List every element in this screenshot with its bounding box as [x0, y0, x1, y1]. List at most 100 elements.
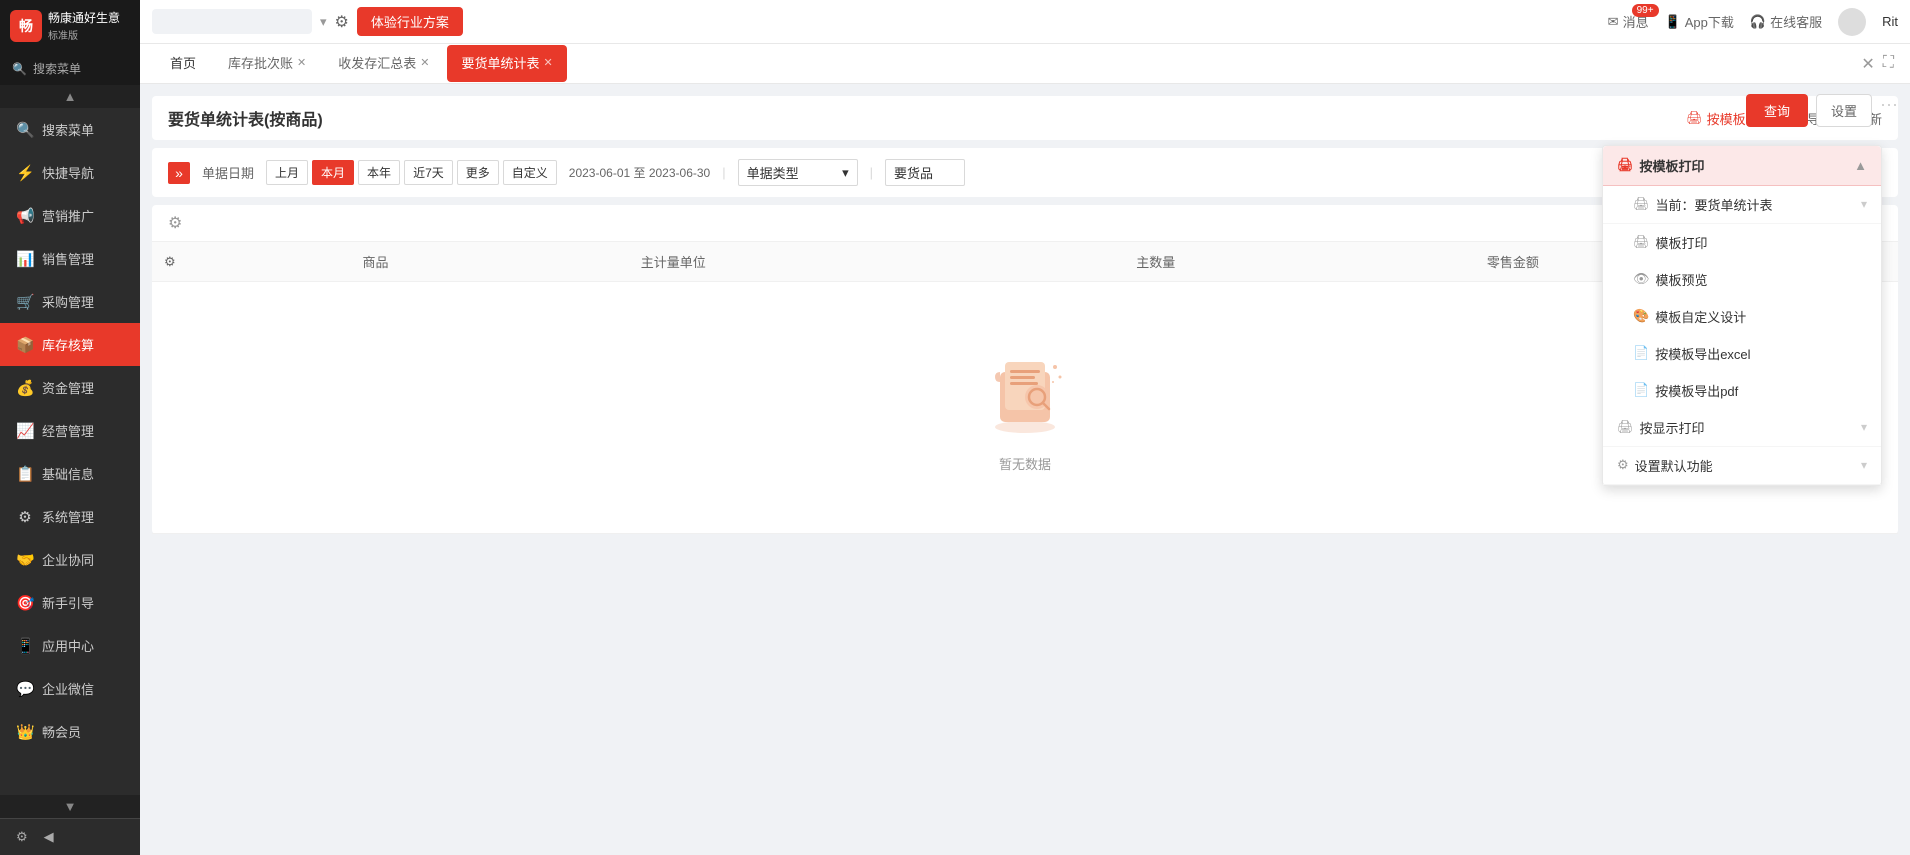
- date-btn-本月[interactable]: 本月: [312, 160, 354, 185]
- dropdown-close-chevron[interactable]: ▲: [1854, 158, 1867, 173]
- page-title: 要货单统计表(按商品): [168, 106, 323, 130]
- default-func-chevron: ▾: [1861, 458, 1867, 472]
- page-content: 要货单统计表(按商品) 🖨 按模板打印 ▲ ↑ 导出 ↺ 刷新: [140, 84, 1910, 855]
- sidebar-item-marketing[interactable]: 📢营销推广: [0, 194, 140, 237]
- tab-home[interactable]: 首页: [156, 45, 210, 82]
- sidebar-scroll-down[interactable]: ▼: [0, 795, 140, 818]
- tab-close-inventory_batch[interactable]: ✕: [297, 56, 306, 69]
- topbar: ▾ ⚙ 体验行业方案 ✉ 消息 99+ 📱 App下载 🎧 在线客服 Rit: [140, 0, 1910, 44]
- tab-maximize-button[interactable]: ⛶: [1883, 54, 1894, 74]
- top-right-actions: 查询 设置 ···: [1746, 94, 1898, 127]
- date-btn-本年[interactable]: 本年: [358, 160, 400, 185]
- export_excel-icon: 📄: [1633, 345, 1649, 361]
- marketing-icon: 📢: [16, 207, 34, 225]
- display-print-chevron: ▾: [1861, 420, 1867, 434]
- sidebar-item-operations[interactable]: 📈经营管理: [0, 409, 140, 452]
- dropdown-current-template[interactable]: 🖨 当前：要货单统计表 ▾: [1603, 186, 1881, 223]
- topbar-settings-icon[interactable]: ⚙: [335, 12, 349, 32]
- print-header-icon: 🖨: [1617, 157, 1634, 173]
- date-btn-上月[interactable]: 上月: [266, 160, 308, 185]
- settings-button[interactable]: 设置: [1816, 94, 1872, 127]
- trial-industry-button[interactable]: 体验行业方案: [357, 7, 463, 36]
- sidebar-item-purchase[interactable]: 🛒采购管理: [0, 280, 140, 323]
- brand-sub: 标准版: [48, 27, 120, 42]
- query-button[interactable]: 查询: [1746, 94, 1808, 127]
- date-range-display: 2023-06-01 至 2023-06-30: [569, 164, 710, 181]
- member-icon: 👑: [16, 723, 34, 741]
- more-options-icon[interactable]: ···: [1880, 94, 1898, 127]
- dropdown-item-export_excel[interactable]: 📄 按模板导出excel: [1603, 335, 1881, 372]
- sidebar-search[interactable]: 🔍 搜索菜单: [0, 52, 140, 85]
- sidebar: 畅 畅康通好生意 标准版 🔍 搜索菜单 ▲ 🔍搜索菜单⚡快捷导航📢营销推广📊销售…: [0, 0, 140, 855]
- print-dropdown-menu: 🖨 按模板打印 ▲ 🖨 当前：要货单统计表 ▾: [1602, 145, 1882, 486]
- finance-icon: 💰: [16, 379, 34, 397]
- category-filter[interactable]: 要货品: [885, 159, 965, 186]
- dropdown-item-template_preview[interactable]: 👁 模板预览: [1603, 261, 1881, 298]
- doc-type-select[interactable]: 单据类型 ▾: [738, 159, 858, 186]
- default-func-icon: ⚙: [1617, 457, 1629, 473]
- tabs-bar: 首页库存批次账✕收发存汇总表✕要货单统计表✕ ✕ ⛶: [140, 44, 1910, 84]
- settings-icon[interactable]: ⚙: [16, 829, 28, 845]
- empty-illustration: [975, 342, 1075, 442]
- wechat-icon: 💬: [16, 680, 34, 698]
- online-service-button[interactable]: 🎧 在线客服: [1750, 12, 1822, 31]
- sidebar-item-wechat[interactable]: 💬企业微信: [0, 667, 140, 710]
- category-label: 要货品: [894, 163, 933, 182]
- display-print-item[interactable]: 🖨 按显示打印 ▾: [1603, 409, 1881, 447]
- main-content: ▾ ⚙ 体验行业方案 ✉ 消息 99+ 📱 App下载 🎧 在线客服 Rit 首…: [140, 0, 1910, 855]
- filter-toggle-button[interactable]: »: [168, 162, 190, 184]
- sidebar-item-inventory[interactable]: 📦库存核算: [0, 323, 140, 366]
- purchase-icon: 🛒: [16, 293, 34, 311]
- tab-close-all-button[interactable]: ✕: [1861, 54, 1874, 74]
- current-template-icon: 🖨: [1633, 196, 1650, 212]
- date-btn-更多[interactable]: 更多: [457, 160, 499, 185]
- page-header: 要货单统计表(按商品) 🖨 按模板打印 ▲ ↑ 导出 ↺ 刷新: [152, 96, 1898, 140]
- sidebar-item-guide[interactable]: 🎯新手引导: [0, 581, 140, 624]
- sidebar-item-search[interactable]: 🔍搜索菜单: [0, 108, 140, 151]
- date-btn-近7天[interactable]: 近7天: [404, 160, 453, 185]
- sidebar-item-system[interactable]: ⚙系统管理: [0, 495, 140, 538]
- dropdown-title: 按模板打印: [1640, 156, 1705, 175]
- sidebar-item-enterprise[interactable]: 🤝企业协同: [0, 538, 140, 581]
- col-header-product: 商品: [350, 242, 628, 282]
- app-download-button[interactable]: 📱 App下载: [1665, 12, 1734, 31]
- user-avatar[interactable]: [1838, 8, 1866, 36]
- dropdown-items: 🖨 模板打印 👁 模板预览 🎨 模板自定义设计 📄 按模板导出excel 📄 按…: [1603, 224, 1881, 409]
- dropdown-item-export_pdf[interactable]: 📄 按模板导出pdf: [1603, 372, 1881, 409]
- sales-icon: 📊: [16, 250, 34, 268]
- date-filter-label: 单据日期: [202, 163, 254, 182]
- col-header-unit: 主计量单位: [629, 242, 1124, 282]
- sidebar-item-member[interactable]: 👑畅会员: [0, 710, 140, 753]
- sidebar-item-sales[interactable]: 📊销售管理: [0, 237, 140, 280]
- template_preview-icon: 👁: [1633, 271, 1650, 287]
- tab-close-order_stats[interactable]: ✕: [544, 56, 553, 69]
- sidebar-bottom: ⚙ ◀: [0, 818, 140, 855]
- sidebar-logo: 畅 畅康通好生意 标准版: [0, 0, 140, 52]
- brand-icon: 畅: [10, 10, 42, 42]
- doc-type-chevron: ▾: [842, 165, 849, 181]
- topbar-dropdown-chevron[interactable]: ▾: [320, 14, 327, 30]
- sidebar-item-finance[interactable]: 💰资金管理: [0, 366, 140, 409]
- shortcut-icon: ⚡: [16, 164, 34, 182]
- dropdown-item-template_print[interactable]: 🖨 模板打印: [1603, 224, 1881, 261]
- tab-collection_summary[interactable]: 收发存汇总表✕: [324, 45, 443, 82]
- sidebar-scroll-up[interactable]: ▲: [0, 85, 140, 108]
- current-chevron-icon: ▾: [1861, 197, 1867, 211]
- sidebar-search-label: 搜索菜单: [33, 60, 81, 77]
- dropdown-item-template_design[interactable]: 🎨 模板自定义设计: [1603, 298, 1881, 335]
- sidebar-item-apps[interactable]: 📱应用中心: [0, 624, 140, 667]
- sidebar-item-shortcut[interactable]: ⚡快捷导航: [0, 151, 140, 194]
- tab-inventory_batch[interactable]: 库存批次账✕: [214, 45, 320, 82]
- sidebar-item-basic[interactable]: 📋基础信息: [0, 452, 140, 495]
- tab-close-collection_summary[interactable]: ✕: [420, 56, 429, 69]
- headset-icon: 🎧: [1750, 14, 1766, 30]
- message-button[interactable]: ✉ 消息 99+: [1608, 12, 1649, 31]
- collapse-icon[interactable]: ◀: [44, 829, 54, 845]
- template_print-icon: 🖨: [1633, 234, 1650, 250]
- topbar-search-box: [152, 9, 312, 34]
- date-btn-自定义[interactable]: 自定义: [503, 160, 557, 185]
- table-settings-button[interactable]: ⚙: [168, 213, 182, 233]
- operations-icon: 📈: [16, 422, 34, 440]
- default-func-item[interactable]: ⚙ 设置默认功能 ▾: [1603, 447, 1881, 485]
- tab-order_stats[interactable]: 要货单统计表✕: [447, 45, 566, 82]
